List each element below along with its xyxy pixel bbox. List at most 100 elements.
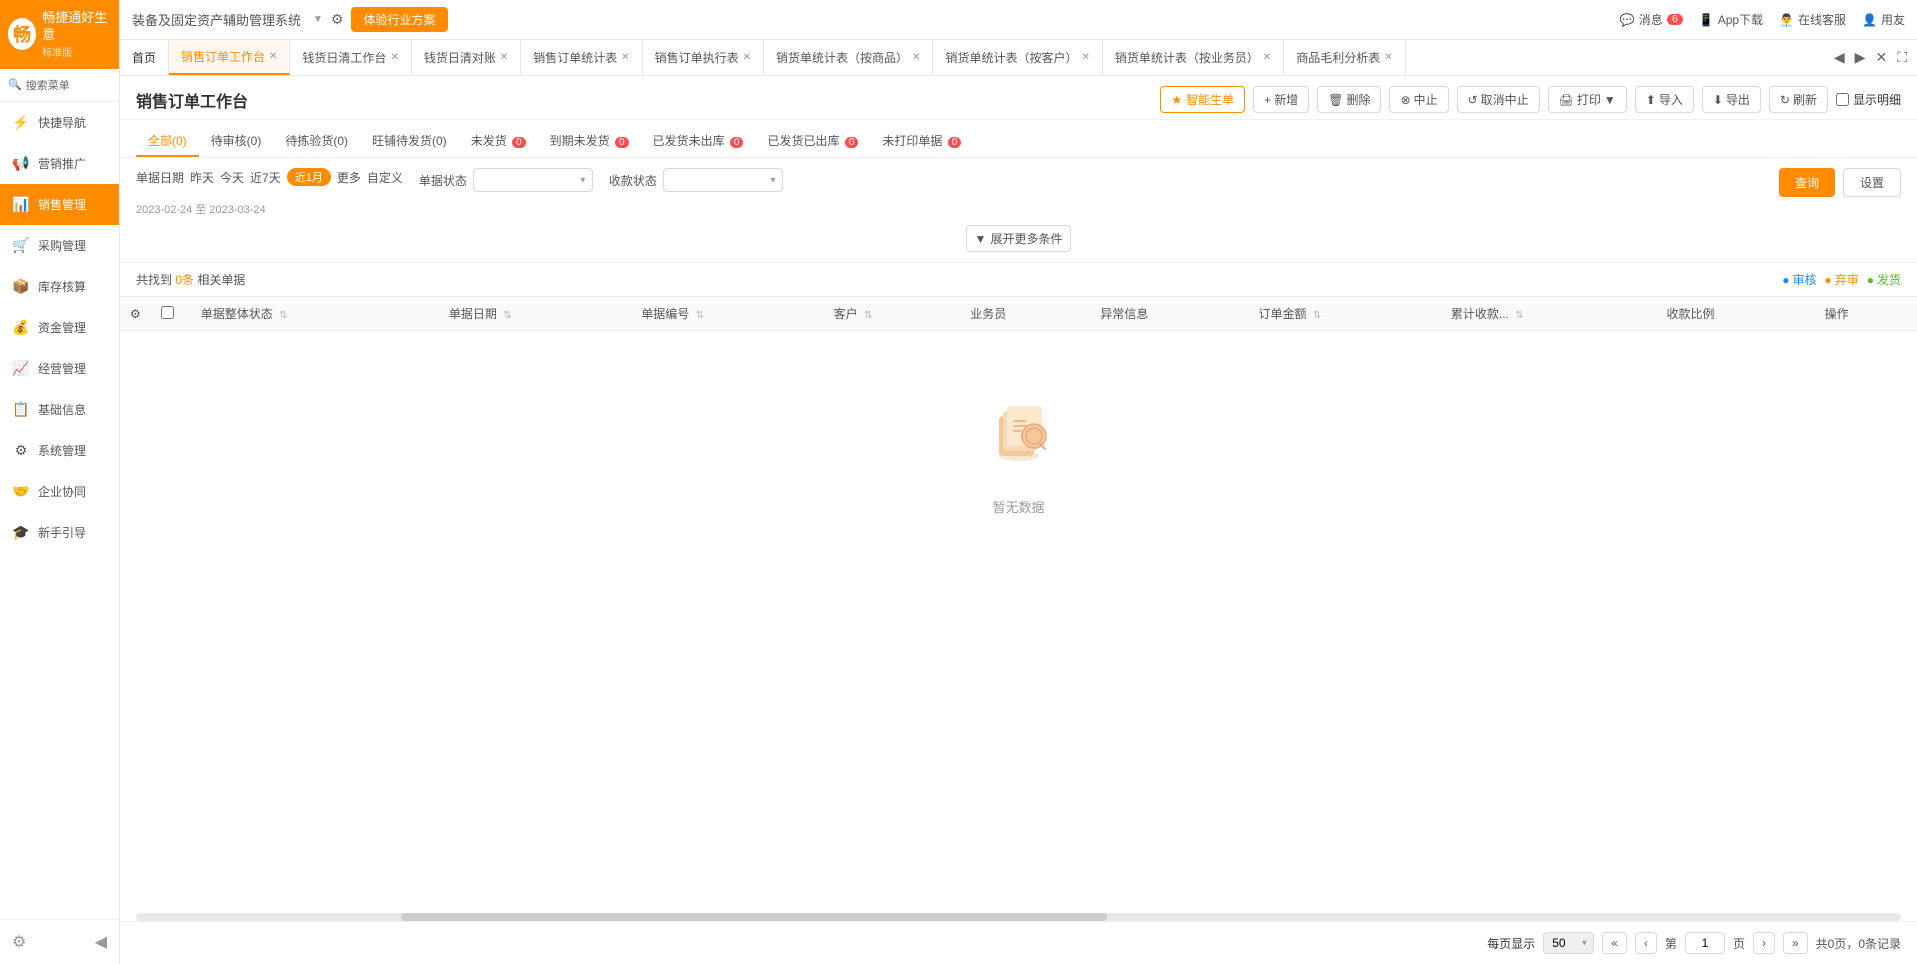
subtab-not-printed[interactable]: 未打印单据 0 bbox=[870, 126, 973, 157]
subtab-pending-inspect[interactable]: 待拣验货(0) bbox=[273, 126, 360, 157]
th-settings[interactable]: ⚙ bbox=[120, 297, 151, 331]
stop-btn[interactable]: ⊗ 中止 bbox=[1389, 86, 1448, 113]
sidebar-item-basicinfo[interactable]: 📋 基础信息 bbox=[0, 389, 119, 430]
payment-select[interactable] bbox=[663, 168, 783, 192]
th-exception[interactable]: 异常信息 bbox=[1090, 297, 1248, 331]
th-number[interactable]: 单据编号 ⇅ bbox=[631, 297, 823, 331]
audit-action-btn[interactable]: ● 审核 bbox=[1782, 271, 1816, 288]
tab-sales-workbench[interactable]: 销售订单工作台 ✕ bbox=[169, 40, 290, 75]
smart-create-btn[interactable]: ★ 智能生单 bbox=[1160, 86, 1245, 113]
tab-sales-exec-close[interactable]: ✕ bbox=[743, 52, 751, 63]
sidebar-item-inventory[interactable]: 📦 库存核算 bbox=[0, 266, 119, 307]
subtab-wangpu[interactable]: 旺铺待发货(0) bbox=[360, 126, 459, 157]
sidebar-item-finance[interactable]: 💰 资金管理 bbox=[0, 307, 119, 348]
tab-home[interactable]: 首页 bbox=[120, 40, 169, 75]
scrollbar-thumb[interactable] bbox=[401, 913, 1107, 921]
date-last7[interactable]: 近7天 bbox=[250, 169, 281, 186]
tab-goods-stats-customer[interactable]: 销货单统计表（按客户） ✕ bbox=[933, 40, 1102, 75]
tab-sales-stats[interactable]: 销售订单统计表 ✕ bbox=[521, 40, 642, 75]
system-dropdown-icon[interactable]: ▼ bbox=[313, 14, 323, 25]
ship-action-btn[interactable]: ● 发货 bbox=[1867, 271, 1901, 288]
sidebar-item-quicknav[interactable]: ⚡ 快捷导航 bbox=[0, 102, 119, 143]
subtab-all[interactable]: 全部(0) bbox=[136, 126, 199, 157]
date-last1month[interactable]: 近1月 bbox=[287, 168, 331, 186]
user-btn[interactable]: 👤 用友 bbox=[1862, 11, 1905, 28]
show-detail-checkbox[interactable] bbox=[1836, 93, 1849, 106]
tab-goods-stats-customer-close[interactable]: ✕ bbox=[1081, 52, 1089, 63]
sidebar-collapse-btn[interactable]: ◀ bbox=[91, 928, 111, 956]
th-amount[interactable]: 订单金额 ⇅ bbox=[1249, 297, 1441, 331]
prev-page-btn[interactable]: ‹ bbox=[1635, 932, 1657, 954]
filter-settings-btn[interactable]: 设置 bbox=[1843, 168, 1901, 197]
subtab-shipped-not-out[interactable]: 已发货未出库 0 bbox=[641, 126, 756, 157]
print-btn[interactable]: 🖨 打印 ▼ bbox=[1548, 86, 1627, 113]
sidebar-item-operations[interactable]: 📈 经营管理 bbox=[0, 348, 119, 389]
subtab-shipped-out[interactable]: 已发货已出库 0 bbox=[755, 126, 870, 157]
date-yesterday[interactable]: 昨天 bbox=[190, 169, 214, 186]
date-today[interactable]: 今天 bbox=[220, 169, 244, 186]
page-size-select[interactable]: 50 10 20 100 bbox=[1543, 932, 1594, 954]
tab-sales-exec[interactable]: 销售订单执行表 ✕ bbox=[643, 40, 764, 75]
tab-prev-btn[interactable]: ◀ bbox=[1830, 47, 1849, 68]
sidebar-item-marketing[interactable]: 📢 营销推广 bbox=[0, 143, 119, 184]
tab-cash-daily[interactable]: 钱货日清工作台 ✕ bbox=[290, 40, 411, 75]
abandon-action-btn[interactable]: ● 弃审 bbox=[1824, 271, 1858, 288]
sidebar-search[interactable]: 🔍 搜索菜单 bbox=[0, 69, 119, 102]
import-btn[interactable]: ⬆ 导入 bbox=[1635, 86, 1694, 113]
th-collected[interactable]: 累计收款... ⇅ bbox=[1441, 297, 1657, 331]
th-status[interactable]: 单据整体状态 ⇅ bbox=[191, 297, 439, 331]
th-date[interactable]: 单据日期 ⇅ bbox=[439, 297, 631, 331]
tab-next-btn[interactable]: ▶ bbox=[1851, 47, 1870, 68]
tab-goods-stats-staff[interactable]: 销货单统计表（按业务员） ✕ bbox=[1103, 40, 1284, 75]
subtab-overdue[interactable]: 到期未发货 0 bbox=[538, 126, 641, 157]
status-select[interactable] bbox=[473, 168, 593, 192]
sidebar-item-system[interactable]: ⚙ 系统管理 bbox=[0, 430, 119, 471]
sidebar-item-enterprise[interactable]: 🤝 企业协同 bbox=[0, 471, 119, 512]
sidebar-item-newbie[interactable]: 🎓 新手引导 bbox=[0, 512, 119, 553]
message-btn[interactable]: 💬 消息 6 bbox=[1620, 11, 1683, 28]
tab-goods-stats-staff-close[interactable]: ✕ bbox=[1263, 52, 1271, 63]
subtab-pending-review[interactable]: 待审核(0) bbox=[199, 126, 274, 157]
online-service-btn[interactable]: 👨‍💼 在线客服 bbox=[1779, 11, 1846, 28]
expand-conditions-btn[interactable]: ▼ 展开更多条件 bbox=[966, 225, 1072, 252]
header-gear-icon[interactable]: ⚙ bbox=[331, 11, 344, 28]
show-detail-toggle[interactable]: 显示明细 bbox=[1836, 91, 1901, 108]
delete-btn[interactable]: 🗑 删除 bbox=[1317, 86, 1381, 113]
table-header-row: ⚙ 单据整体状态 ⇅ 单据日期 ⇅ bbox=[120, 297, 1917, 331]
query-btn[interactable]: 查询 bbox=[1779, 168, 1835, 197]
tab-goods-stats-product-close[interactable]: ✕ bbox=[912, 52, 920, 63]
add-btn[interactable]: + 新增 bbox=[1253, 86, 1309, 113]
show-detail-label: 显示明细 bbox=[1853, 91, 1901, 108]
select-all-checkbox[interactable] bbox=[161, 306, 174, 319]
tab-cash-reconcile[interactable]: 钱货日清对账 ✕ bbox=[412, 40, 521, 75]
tab-sales-stats-close[interactable]: ✕ bbox=[621, 52, 629, 63]
app-download-btn[interactable]: 📱 App下载 bbox=[1699, 11, 1763, 28]
first-page-btn[interactable]: « bbox=[1602, 932, 1627, 954]
last-page-btn[interactable]: » bbox=[1783, 932, 1808, 954]
tab-close-all-btn[interactable]: ✕ bbox=[1871, 47, 1891, 68]
tab-goods-margin-close[interactable]: ✕ bbox=[1384, 52, 1392, 63]
horizontal-scrollbar[interactable] bbox=[136, 913, 1901, 921]
sidebar-item-sales[interactable]: 📊 销售管理 bbox=[0, 184, 119, 225]
subtab-not-shipped[interactable]: 未发货 0 bbox=[459, 126, 538, 157]
sidebar-item-purchase[interactable]: 🛒 采购管理 bbox=[0, 225, 119, 266]
date-more[interactable]: 更多 bbox=[337, 169, 361, 186]
top-header: 装备及固定资产辅助管理系统 ▼ ⚙ 体验行业方案 💬 消息 6 📱 App下载 … bbox=[120, 0, 1917, 40]
next-page-btn[interactable]: › bbox=[1753, 932, 1775, 954]
th-customer[interactable]: 客户 ⇅ bbox=[824, 297, 961, 331]
table-scroll-wrapper[interactable]: ⚙ 单据整体状态 ⇅ 单据日期 ⇅ bbox=[120, 296, 1917, 913]
tab-cash-daily-close[interactable]: ✕ bbox=[390, 52, 398, 63]
tab-cash-reconcile-close[interactable]: ✕ bbox=[500, 52, 508, 63]
refresh-btn[interactable]: ↻ 刷新 bbox=[1769, 86, 1828, 113]
tab-sales-workbench-close[interactable]: ✕ bbox=[269, 51, 277, 62]
cancel-stop-btn[interactable]: ↺ 取消中止 bbox=[1457, 86, 1540, 113]
th-staff[interactable]: 业务员 bbox=[960, 297, 1090, 331]
page-number-input[interactable] bbox=[1685, 932, 1725, 954]
tab-goods-stats-product[interactable]: 销货单统计表（按商品） ✕ bbox=[764, 40, 933, 75]
tab-goods-margin[interactable]: 商品毛利分析表 ✕ bbox=[1284, 40, 1405, 75]
sidebar-settings-btn[interactable]: ⚙ bbox=[8, 928, 30, 956]
date-custom[interactable]: 自定义 bbox=[367, 169, 403, 186]
industry-btn[interactable]: 体验行业方案 bbox=[351, 7, 447, 32]
tab-maximize-btn[interactable]: ⛶ bbox=[1893, 47, 1911, 68]
export-btn[interactable]: ⬇ 导出 bbox=[1702, 86, 1761, 113]
